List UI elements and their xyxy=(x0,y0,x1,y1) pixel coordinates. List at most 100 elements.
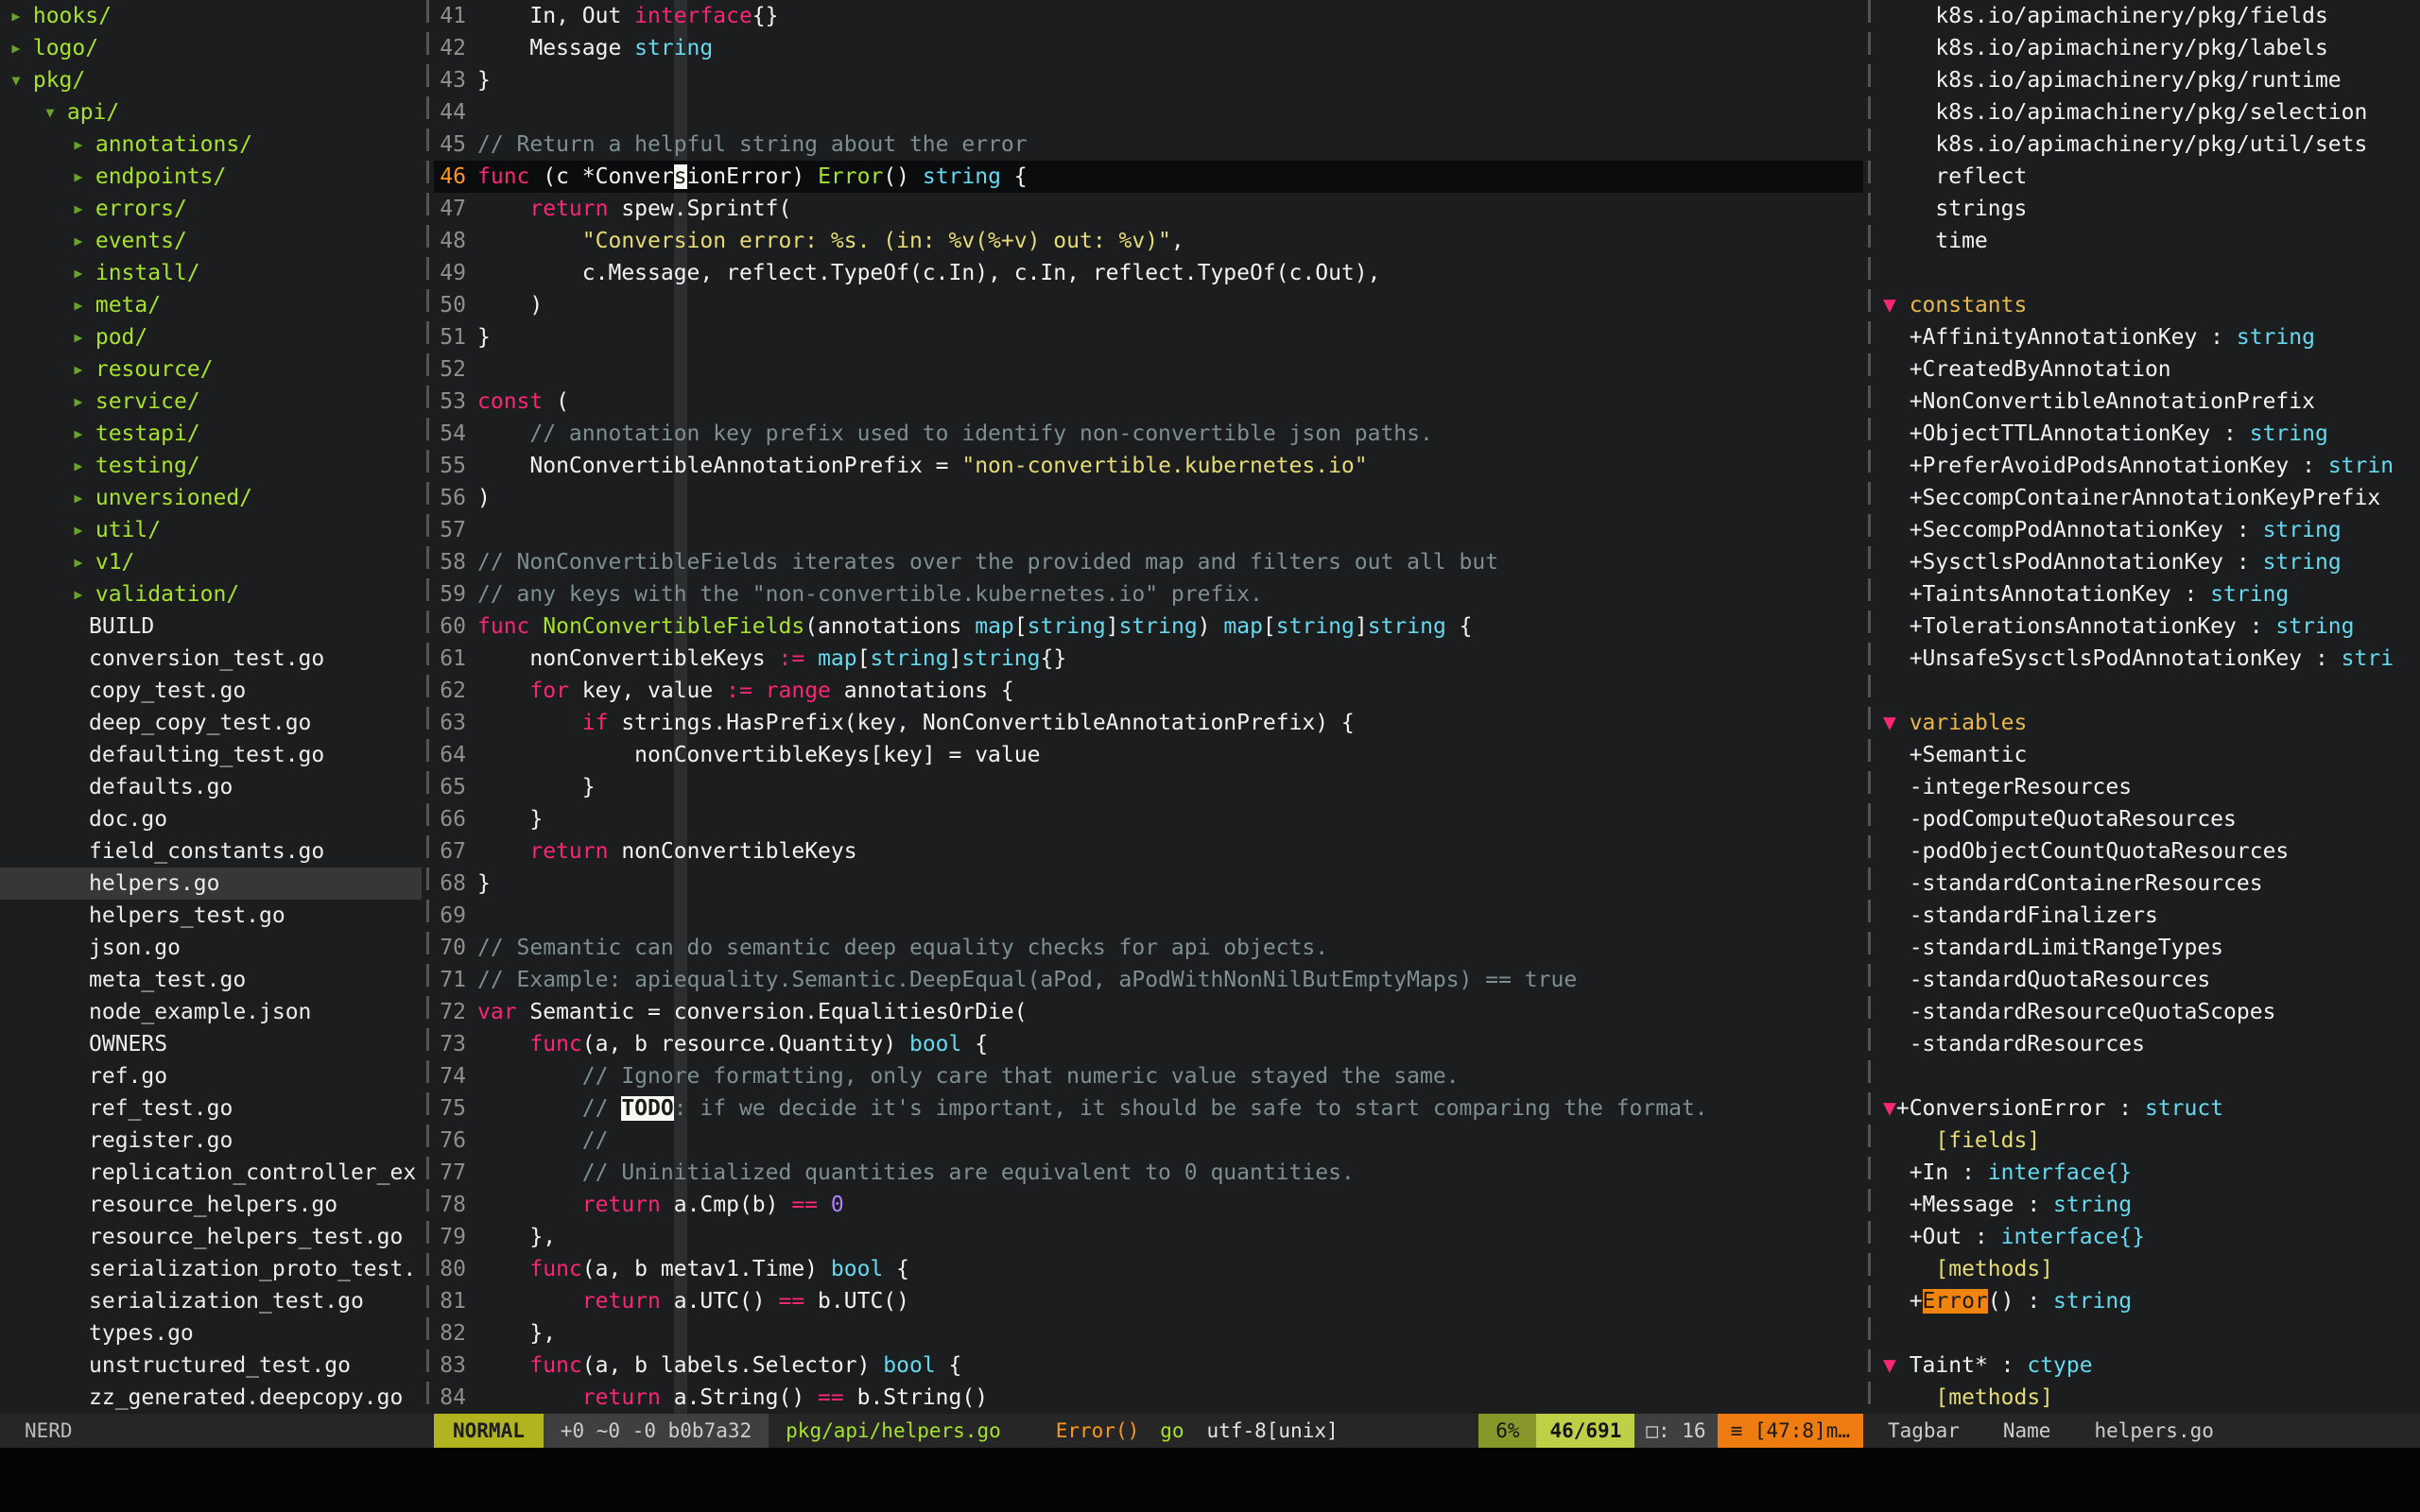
tree-file-zz_generated.deepcopy.go[interactable]: zz_generated.deepcopy.go xyxy=(0,1382,422,1414)
tree-file-replication_controller_ex[interactable]: replication_controller_ex xyxy=(0,1157,422,1189)
tag-row[interactable]: -standardContainerResources xyxy=(1876,868,2420,900)
tree-file-conversion_test.go[interactable]: conversion_test.go xyxy=(0,643,422,675)
tree-file-resource_helpers.go[interactable]: resource_helpers.go xyxy=(0,1189,422,1221)
code-line-49[interactable]: 49 c.Message, reflect.TypeOf(c.In), c.In… xyxy=(434,257,1863,289)
tag-row[interactable]: +TolerationsAnnotationKey : string xyxy=(1876,610,2420,643)
code-line-54[interactable]: 54 // annotation key prefix used to iden… xyxy=(434,418,1863,450)
tree-dir-api[interactable]: ▾ api/ xyxy=(0,96,422,129)
tag-row[interactable]: -standardResourceQuotaScopes xyxy=(1876,996,2420,1028)
expand-icon[interactable]: ▸ xyxy=(72,518,85,542)
code-line-65[interactable]: 65 } xyxy=(434,771,1863,803)
tag-row[interactable]: ▼ constants xyxy=(1876,289,2420,321)
code-line-60[interactable]: 60 func NonConvertibleFields(annotations … xyxy=(434,610,1863,643)
expand-icon[interactable]: ▸ xyxy=(72,582,85,607)
tree-file-defaults.go[interactable]: defaults.go xyxy=(0,771,422,803)
code-line-47[interactable]: 47 return spew.Sprintf( xyxy=(434,193,1863,225)
tree-file-node_example.json[interactable]: node_example.json xyxy=(0,996,422,1028)
code-line-71[interactable]: 71 // Example: apiequality.Semantic.DeepE… xyxy=(434,964,1863,996)
code-line-68[interactable]: 68} xyxy=(434,868,1863,900)
code-line-78[interactable]: 78 return a.Cmp(b) == 0 xyxy=(434,1189,1863,1221)
code-line-48[interactable]: 48 "Conversion error: %s. (in: %v(%+v) o… xyxy=(434,225,1863,257)
tag-row[interactable]: +Out : interface{} xyxy=(1876,1221,2420,1253)
tag-row[interactable]: +SeccompPodAnnotationKey : string xyxy=(1876,514,2420,546)
code-line-74[interactable]: 74 // Ignore formatting, only care that … xyxy=(434,1060,1863,1092)
tag-row[interactable]: +NonConvertibleAnnotationPrefix xyxy=(1876,386,2420,418)
tag-row[interactable]: +Error() : string xyxy=(1876,1285,2420,1317)
expand-icon[interactable]: ▸ xyxy=(72,132,85,157)
tree-file-OWNERS[interactable]: OWNERS xyxy=(0,1028,422,1060)
tag-row[interactable]: k8s.io/apimachinery/pkg/fields xyxy=(1876,0,2420,32)
expand-icon[interactable]: ▸ xyxy=(72,261,85,285)
tree-file-BUILD[interactable]: BUILD xyxy=(0,610,422,643)
code-line-66[interactable]: 66 } xyxy=(434,803,1863,835)
active-tag[interactable]: Error xyxy=(1922,1289,1988,1314)
tree-file-register.go[interactable]: register.go xyxy=(0,1125,422,1157)
code-line-72[interactable]: 72 var Semantic = conversion.EqualitiesOr… xyxy=(434,996,1863,1028)
code-line-81[interactable]: 81 return a.UTC() == b.UTC() xyxy=(434,1285,1863,1317)
tree-file-ref_test.go[interactable]: ref_test.go xyxy=(0,1092,422,1125)
tag-row[interactable]: -standardQuotaResources xyxy=(1876,964,2420,996)
expand-icon[interactable]: ▸ xyxy=(72,486,85,510)
tree-file-resource_helpers_test.go[interactable]: resource_helpers_test.go xyxy=(0,1221,422,1253)
tree-dir-annotations[interactable]: ▸ annotations/ xyxy=(0,129,422,161)
tree-file-helpers_test.go[interactable]: helpers_test.go xyxy=(0,900,422,932)
expand-icon[interactable]: ▸ xyxy=(72,421,85,446)
code-line-70[interactable]: 70 // Semantic can do semantic deep equal… xyxy=(434,932,1863,964)
tag-row[interactable]: [fields] xyxy=(1876,1125,2420,1157)
code-line-75[interactable]: 75 // TODO: if we decide it's important,… xyxy=(434,1092,1863,1125)
tree-dir-unversioned[interactable]: ▸ unversioned/ xyxy=(0,482,422,514)
code-line-56[interactable]: 56) xyxy=(434,482,1863,514)
expand-icon[interactable]: ▸ xyxy=(72,197,85,221)
code-line-62[interactable]: 62 for key, value := range annotations { xyxy=(434,675,1863,707)
fold-arrow-icon[interactable]: ▼ xyxy=(1883,293,1896,318)
code-line-76[interactable]: 76 // xyxy=(434,1125,1863,1157)
tree-file-json.go[interactable]: json.go xyxy=(0,932,422,964)
code-line-77[interactable]: 77 // Uninitialized quantities are equiv… xyxy=(434,1157,1863,1189)
code-line-61[interactable]: 61 nonConvertibleKeys := map[string]stri… xyxy=(434,643,1863,675)
expand-icon[interactable]: ▸ xyxy=(72,389,85,414)
tree-file-serialization_test.go[interactable]: serialization_test.go xyxy=(0,1285,422,1317)
code-line-55[interactable]: 55 NonConvertibleAnnotationPrefix = "non… xyxy=(434,450,1863,482)
tag-row[interactable]: +SeccompContainerAnnotationKeyPrefix xyxy=(1876,482,2420,514)
tag-row[interactable]: +AffinityAnnotationKey : string xyxy=(1876,321,2420,353)
fold-arrow-icon[interactable]: ▼ xyxy=(1883,1353,1896,1378)
code-line-52[interactable]: 52 xyxy=(434,353,1863,386)
code-line-79[interactable]: 79 }, xyxy=(434,1221,1863,1253)
tree-file-meta_test.go[interactable]: meta_test.go xyxy=(0,964,422,996)
tree-dir-testapi[interactable]: ▸ testapi/ xyxy=(0,418,422,450)
tree-file-ref.go[interactable]: ref.go xyxy=(0,1060,422,1092)
expand-icon[interactable]: ▸ xyxy=(72,325,85,350)
tree-file-doc.go[interactable]: doc.go xyxy=(0,803,422,835)
expand-icon[interactable]: ▸ xyxy=(9,36,23,60)
tag-row[interactable]: +CreatedByAnnotation xyxy=(1876,353,2420,386)
tag-row[interactable]: +SysctlsPodAnnotationKey : string xyxy=(1876,546,2420,578)
tag-row[interactable]: strings xyxy=(1876,193,2420,225)
tag-row[interactable]: +Semantic xyxy=(1876,739,2420,771)
tag-row[interactable]: ▼+ConversionError : struct xyxy=(1876,1092,2420,1125)
expand-icon[interactable]: ▸ xyxy=(72,164,85,189)
fold-arrow-icon[interactable]: ▼ xyxy=(1883,711,1896,735)
collapse-icon[interactable]: ▾ xyxy=(43,100,57,125)
tree-file-defaulting_test.go[interactable]: defaulting_test.go xyxy=(0,739,422,771)
expand-icon[interactable]: ▸ xyxy=(72,550,85,575)
tree-dir-errors[interactable]: ▸ errors/ xyxy=(0,193,422,225)
code-line-57[interactable]: 57 xyxy=(434,514,1863,546)
command-line[interactable] xyxy=(0,1448,2420,1512)
code-line-44[interactable]: 44 xyxy=(434,96,1863,129)
tree-dir-endpoints[interactable]: ▸ endpoints/ xyxy=(0,161,422,193)
tree-file-serialization_proto_test.[interactable]: serialization_proto_test. xyxy=(0,1253,422,1285)
code-line-73[interactable]: 73 func(a, b resource.Quantity) bool { xyxy=(434,1028,1863,1060)
tree-dir-service[interactable]: ▸ service/ xyxy=(0,386,422,418)
tag-row[interactable]: +UnsafeSysctlsPodAnnotationKey : stri xyxy=(1876,643,2420,675)
tag-row[interactable]: k8s.io/apimachinery/pkg/runtime xyxy=(1876,64,2420,96)
code-line-84[interactable]: 84 return a.String() == b.String() xyxy=(434,1382,1863,1414)
tree-dir-resource[interactable]: ▸ resource/ xyxy=(0,353,422,386)
tag-row[interactable]: k8s.io/apimachinery/pkg/labels xyxy=(1876,32,2420,64)
tag-row[interactable]: ▼ Taint* : ctype xyxy=(1876,1349,2420,1382)
expand-icon[interactable]: ▸ xyxy=(72,357,85,382)
code-line-50[interactable]: 50 ) xyxy=(434,289,1863,321)
code-line-63[interactable]: 63 if strings.HasPrefix(key, NonConverti… xyxy=(434,707,1863,739)
code-line-64[interactable]: 64 nonConvertibleKeys[key] = value xyxy=(434,739,1863,771)
tag-row[interactable]: ▼ variables xyxy=(1876,707,2420,739)
code-line-53[interactable]: 53 const ( xyxy=(434,386,1863,418)
